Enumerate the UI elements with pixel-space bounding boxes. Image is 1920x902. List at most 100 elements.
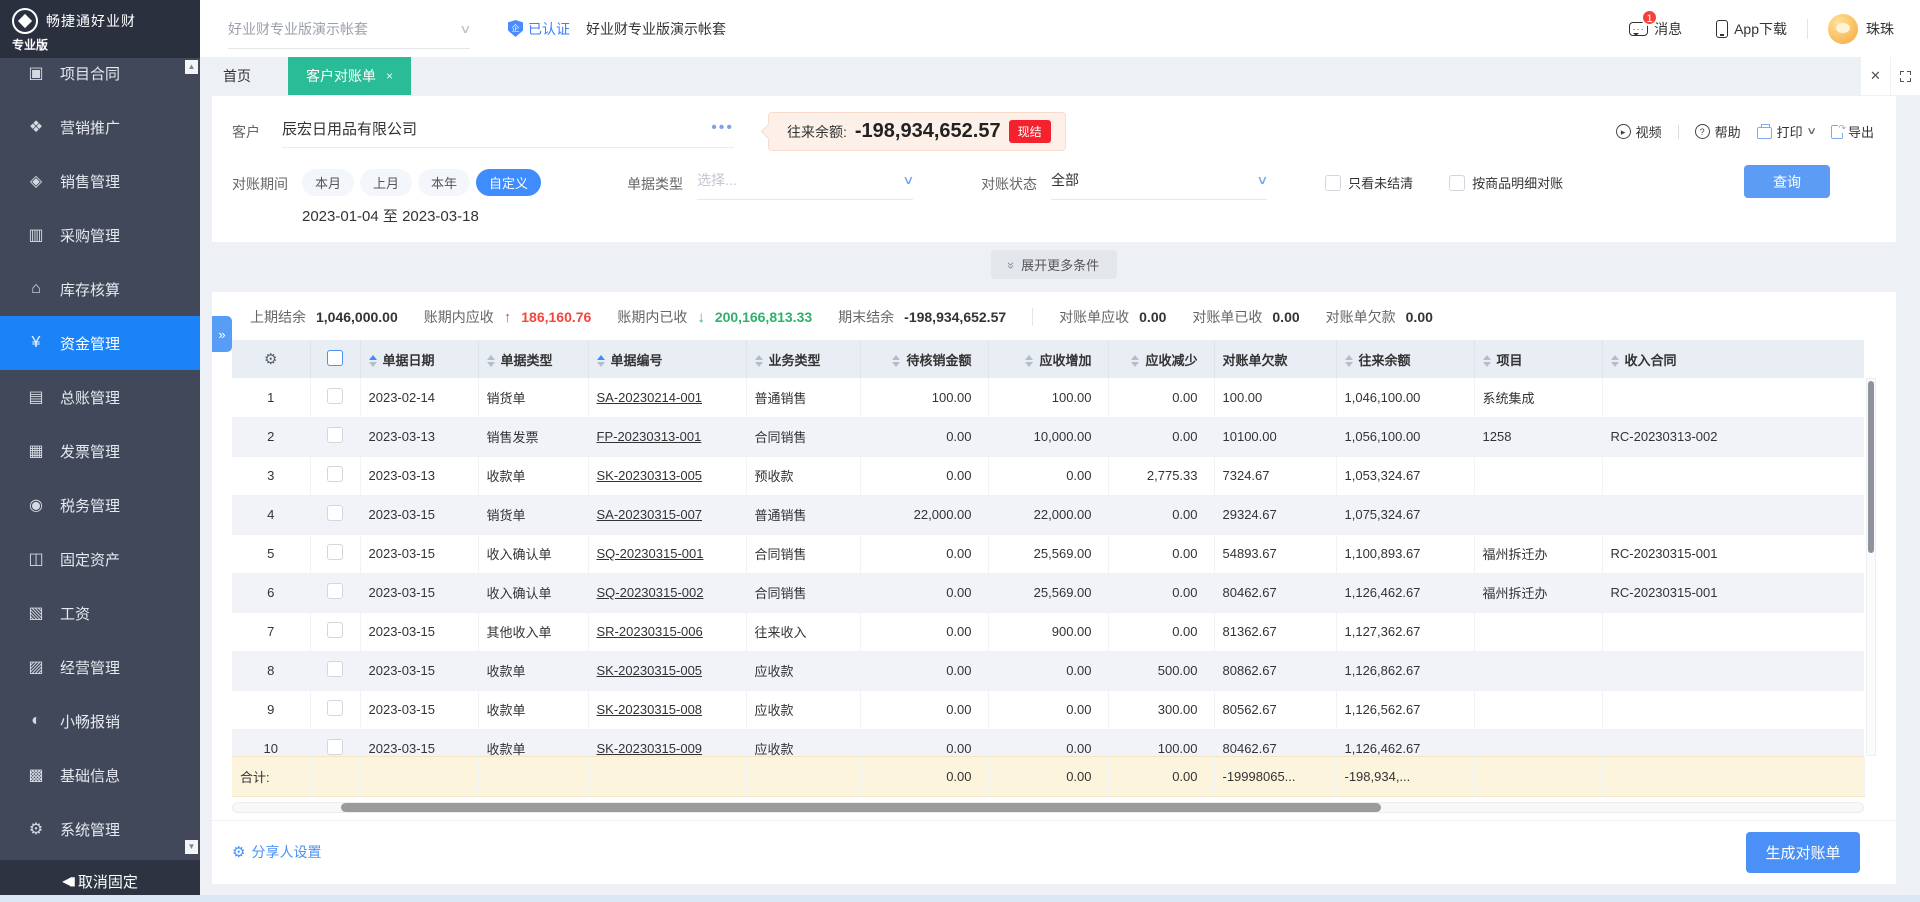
tab-home[interactable]: 首页 [200,57,274,95]
sidebar-item-expense[interactable]: ◐ 小畅报销 [0,694,200,748]
horizontal-scrollbar[interactable] [232,802,1864,813]
export-button[interactable]: 导出 [1830,122,1874,141]
checkbox-icon[interactable] [1325,174,1342,191]
share-settings-button[interactable]: ⚙ 分享人设置 [232,842,321,862]
help-button[interactable]: ? 帮助 [1694,122,1741,141]
date-range-value[interactable]: 2023-01-04 至 2023-03-18 [302,205,541,226]
col-header-receivable-decrease[interactable]: 应收减少 [1108,340,1215,378]
cell-doc-no[interactable]: SK-20230313-005 [588,456,747,496]
checkbox-icon[interactable] [1449,174,1466,191]
col-header-doc-no[interactable]: 单据编号 [588,340,747,378]
period-pill-自定义[interactable]: 自定义 [476,169,542,196]
cell-doc-no[interactable]: SQ-20230315-001 [588,534,747,574]
vertical-scrollbar[interactable] [1866,378,1876,756]
sort-caret-icon[interactable] [596,355,605,368]
summary-expand-handle[interactable]: » [212,316,232,352]
cell-doc-no[interactable]: SK-20230315-008 [588,690,747,730]
row-checkbox[interactable] [327,544,343,560]
cell-doc-no[interactable]: SQ-20230315-002 [588,573,747,613]
sidebar-scroll-down-icon[interactable]: ▼ [185,840,198,854]
sidebar-item-fixed-assets[interactable]: ◫ 固定资产 [0,532,200,586]
fullscreen-icon[interactable] [1890,57,1920,95]
col-header-biz-type[interactable]: 业务类型 [746,340,861,378]
vertical-scrollbar-thumb[interactable] [1868,381,1874,553]
account-select[interactable]: 好业财专业版演示帐套 ∨ [228,19,472,49]
cell-doc-no[interactable]: FP-20230313-001 [588,417,747,457]
row-checkbox[interactable] [327,661,343,677]
sort-caret-icon[interactable] [1610,355,1619,368]
row-checkbox[interactable] [327,427,343,443]
col-header-doc-type[interactable]: 单据类型 [478,340,589,378]
sidebar-item-invoice[interactable]: ▦ 发票管理 [0,424,200,478]
sidebar-item-inventory[interactable]: ⌂ 库存核算 [0,262,200,316]
cell-doc-no[interactable]: SK-20230315-009 [588,729,747,756]
sidebar-item-marketing[interactable]: ❖ 营销推广 [0,100,200,154]
app-download-button[interactable]: App下载 [1716,19,1787,39]
sidebar-item-basic-info[interactable]: ▩ 基础信息 [0,748,200,802]
sort-caret-icon[interactable] [1482,355,1491,368]
sidebar-item-sales[interactable]: ◈ 销售管理 [0,154,200,208]
sidebar-item-operations[interactable]: ▨ 经营管理 [0,640,200,694]
col-header-doc-date[interactable]: 单据日期 [360,340,479,378]
row-index: 5 [232,534,311,574]
col-header-select-all[interactable] [310,340,361,378]
query-button[interactable]: 查询 [1744,165,1830,198]
verified-badge[interactable]: 企 已认证 [508,19,570,39]
by-product-checkbox[interactable]: 按商品明细对账 [1449,173,1563,192]
row-checkbox[interactable] [327,466,343,482]
row-checkbox[interactable] [327,739,343,755]
sidebar-item-payroll[interactable]: ▧ 工资 [0,586,200,640]
row-checkbox[interactable] [327,622,343,638]
tab-close-icon[interactable]: × [386,69,393,83]
sidebar-item-tax[interactable]: ◉ 税务管理 [0,478,200,532]
sidebar-item-funds[interactable]: ¥ 资金管理 [0,316,200,370]
row-checkbox[interactable] [327,387,343,404]
sort-caret-icon[interactable] [892,355,901,368]
period-pill-本年[interactable]: 本年 [418,169,471,196]
row-checkbox[interactable] [327,700,343,716]
sort-caret-icon[interactable] [754,355,763,368]
period-pill-本月[interactable]: 本月 [302,169,355,196]
tab-customer-statement[interactable]: 客户对账单 × [288,57,412,95]
video-button[interactable]: ▸ 视频 [1615,122,1662,141]
user-avatar[interactable] [1828,13,1858,44]
col-header-project[interactable]: 项目 [1474,340,1603,378]
stmt-receivable-value: 0.00 [1139,309,1167,325]
select-all-checkbox[interactable] [327,349,343,366]
close-all-tabs-icon[interactable]: ✕ [1860,57,1890,95]
col-header-income-contract[interactable]: 收入合同 [1602,340,1864,378]
expand-more-button[interactable]: » 展开更多条件 [990,250,1118,279]
unsettled-only-checkbox[interactable]: 只看未结清 [1325,173,1413,192]
sidebar-item-purchase[interactable]: ▥ 采购管理 [0,208,200,262]
cell-project [1474,651,1603,691]
col-header-running-balance[interactable]: 往来余额 [1336,340,1475,378]
sort-caret-icon[interactable] [1131,355,1140,368]
col-header-pending-amount[interactable]: 待核销金额 [860,340,989,378]
customer-select[interactable]: 辰宏日用品有限公司 ••• [282,118,734,148]
sidebar-item-system[interactable]: ⚙ 系统管理 [0,802,200,856]
horizontal-scrollbar-thumb[interactable] [341,803,1381,812]
sort-caret-icon[interactable] [1025,355,1034,368]
col-header-receivable-increase[interactable]: 应收增加 [988,340,1109,378]
messages-button[interactable]: ··· 消息 1 [1629,8,1682,39]
cell-doc-no[interactable]: SA-20230214-001 [588,378,747,418]
sort-caret-icon[interactable] [486,355,495,368]
period-pill-上月[interactable]: 上月 [360,169,413,196]
sidebar-item-general-ledger[interactable]: ▤ 总账管理 [0,370,200,424]
cell-doc-no[interactable]: SR-20230315-006 [588,612,747,652]
print-button[interactable]: 打印 ∨ [1756,122,1817,141]
sidebar-scroll-up-icon[interactable]: ▲ [185,60,198,74]
cell-doc-no[interactable]: SA-20230315-007 [588,495,747,535]
cell-doc-no[interactable]: SK-20230315-005 [588,651,747,691]
doc-type-select[interactable]: 选择... ∨ [697,170,915,200]
more-options-icon[interactable]: ••• [711,120,734,136]
sidebar-item-project-contract[interactable]: ▣ 项目合同 [0,58,200,100]
row-checkbox[interactable] [327,505,343,521]
col-header-row-settings[interactable]: ⚙ [232,340,311,378]
generate-statement-button[interactable]: 生成对账单 [1746,832,1860,873]
column-settings-gear-icon[interactable]: ⚙ [264,351,277,368]
row-checkbox[interactable] [327,583,343,599]
sort-caret-icon[interactable] [1344,355,1353,368]
status-select[interactable]: 全部 ∨ [1051,170,1269,200]
sort-caret-icon[interactable] [368,355,377,368]
